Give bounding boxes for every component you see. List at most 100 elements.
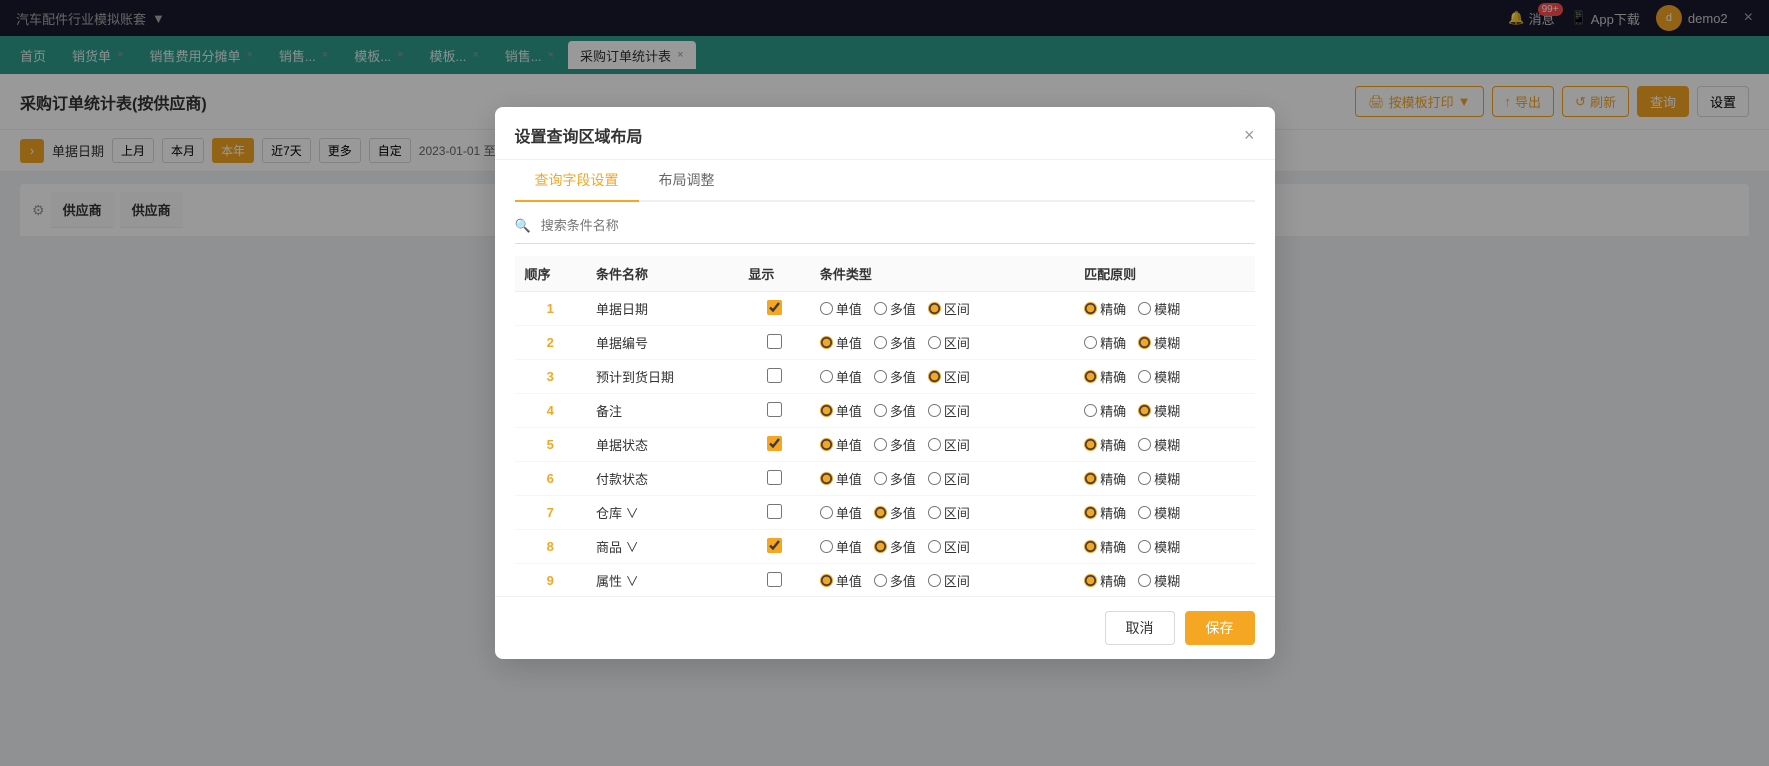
type-single-radio[interactable] xyxy=(820,438,833,451)
match-exact-radio[interactable] xyxy=(1084,472,1097,485)
match-exact-radio[interactable] xyxy=(1084,506,1097,519)
match-fuzzy-radio[interactable] xyxy=(1138,506,1151,519)
match-fuzzy-label[interactable]: 模糊 xyxy=(1138,299,1180,318)
display-checkbox[interactable] xyxy=(767,538,782,553)
type-multi-label[interactable]: 多值 xyxy=(874,401,916,420)
match-exact-label[interactable]: 精确 xyxy=(1084,367,1126,386)
type-range-label[interactable]: 区间 xyxy=(928,435,970,454)
type-single-radio[interactable] xyxy=(820,336,833,349)
type-range-radio[interactable] xyxy=(928,472,941,485)
match-fuzzy-radio[interactable] xyxy=(1138,370,1151,383)
type-single-radio[interactable] xyxy=(820,404,833,417)
type-single-radio[interactable] xyxy=(820,302,833,315)
display-checkbox[interactable] xyxy=(767,470,782,485)
match-exact-label[interactable]: 精确 xyxy=(1084,469,1126,488)
type-multi-label[interactable]: 多值 xyxy=(874,503,916,522)
match-fuzzy-label[interactable]: 模糊 xyxy=(1138,333,1180,352)
type-multi-radio[interactable] xyxy=(874,506,887,519)
match-exact-label[interactable]: 精确 xyxy=(1084,333,1126,352)
match-fuzzy-radio[interactable] xyxy=(1138,404,1151,417)
save-button[interactable]: 保存 xyxy=(1185,611,1255,645)
match-fuzzy-radio[interactable] xyxy=(1138,574,1151,587)
match-fuzzy-radio[interactable] xyxy=(1138,438,1151,451)
match-exact-radio[interactable] xyxy=(1084,574,1097,587)
type-range-label[interactable]: 区间 xyxy=(928,537,970,556)
type-multi-radio[interactable] xyxy=(874,336,887,349)
match-fuzzy-label[interactable]: 模糊 xyxy=(1138,367,1180,386)
match-exact-radio[interactable] xyxy=(1084,302,1097,315)
type-single-label[interactable]: 单值 xyxy=(820,367,862,386)
display-checkbox[interactable] xyxy=(767,300,782,315)
display-checkbox[interactable] xyxy=(767,504,782,519)
type-range-label[interactable]: 区间 xyxy=(928,469,970,488)
type-multi-label[interactable]: 多值 xyxy=(874,571,916,590)
cancel-button[interactable]: 取消 xyxy=(1105,611,1175,645)
type-single-radio[interactable] xyxy=(820,540,833,553)
type-single-radio[interactable] xyxy=(820,506,833,519)
type-range-radio[interactable] xyxy=(928,404,941,417)
type-single-label[interactable]: 单值 xyxy=(820,435,862,454)
type-multi-radio[interactable] xyxy=(874,404,887,417)
type-multi-label[interactable]: 多值 xyxy=(874,333,916,352)
match-fuzzy-label[interactable]: 模糊 xyxy=(1138,537,1180,556)
type-single-label[interactable]: 单值 xyxy=(820,333,862,352)
type-range-label[interactable]: 区间 xyxy=(928,299,970,318)
dialog-close-button[interactable]: × xyxy=(1244,126,1255,144)
type-single-radio[interactable] xyxy=(820,370,833,383)
type-single-radio[interactable] xyxy=(820,472,833,485)
match-exact-radio[interactable] xyxy=(1084,336,1097,349)
type-range-label[interactable]: 区间 xyxy=(928,571,970,590)
type-range-label[interactable]: 区间 xyxy=(928,367,970,386)
type-single-label[interactable]: 单值 xyxy=(820,537,862,556)
match-exact-radio[interactable] xyxy=(1084,404,1097,417)
match-exact-label[interactable]: 精确 xyxy=(1084,299,1126,318)
search-input[interactable] xyxy=(535,214,755,237)
type-multi-radio[interactable] xyxy=(874,540,887,553)
match-exact-radio[interactable] xyxy=(1084,540,1097,553)
display-checkbox[interactable] xyxy=(767,334,782,349)
type-multi-radio[interactable] xyxy=(874,302,887,315)
type-range-radio[interactable] xyxy=(928,370,941,383)
type-single-label[interactable]: 单值 xyxy=(820,469,862,488)
match-fuzzy-radio[interactable] xyxy=(1138,336,1151,349)
type-range-label[interactable]: 区间 xyxy=(928,333,970,352)
tab-layout[interactable]: 布局调整 xyxy=(639,160,735,202)
match-fuzzy-label[interactable]: 模糊 xyxy=(1138,571,1180,590)
type-multi-label[interactable]: 多值 xyxy=(874,367,916,386)
match-fuzzy-radio[interactable] xyxy=(1138,540,1151,553)
type-range-label[interactable]: 区间 xyxy=(928,401,970,420)
type-range-radio[interactable] xyxy=(928,540,941,553)
type-multi-label[interactable]: 多值 xyxy=(874,537,916,556)
type-range-radio[interactable] xyxy=(928,506,941,519)
type-range-radio[interactable] xyxy=(928,438,941,451)
match-fuzzy-label[interactable]: 模糊 xyxy=(1138,469,1180,488)
match-exact-label[interactable]: 精确 xyxy=(1084,571,1126,590)
type-range-radio[interactable] xyxy=(928,336,941,349)
type-range-radio[interactable] xyxy=(928,574,941,587)
type-multi-radio[interactable] xyxy=(874,472,887,485)
match-fuzzy-radio[interactable] xyxy=(1138,472,1151,485)
match-fuzzy-label[interactable]: 模糊 xyxy=(1138,401,1180,420)
type-multi-label[interactable]: 多值 xyxy=(874,469,916,488)
match-exact-radio[interactable] xyxy=(1084,370,1097,383)
type-range-radio[interactable] xyxy=(928,302,941,315)
type-multi-radio[interactable] xyxy=(874,370,887,383)
type-single-label[interactable]: 单值 xyxy=(820,503,862,522)
display-checkbox[interactable] xyxy=(767,368,782,383)
type-multi-label[interactable]: 多值 xyxy=(874,435,916,454)
type-range-label[interactable]: 区间 xyxy=(928,503,970,522)
type-multi-radio[interactable] xyxy=(874,574,887,587)
type-single-radio[interactable] xyxy=(820,574,833,587)
match-exact-label[interactable]: 精确 xyxy=(1084,435,1126,454)
type-single-label[interactable]: 单值 xyxy=(820,401,862,420)
match-exact-label[interactable]: 精确 xyxy=(1084,503,1126,522)
display-checkbox[interactable] xyxy=(767,436,782,451)
type-multi-radio[interactable] xyxy=(874,438,887,451)
match-fuzzy-label[interactable]: 模糊 xyxy=(1138,503,1180,522)
type-single-label[interactable]: 单值 xyxy=(820,299,862,318)
match-exact-radio[interactable] xyxy=(1084,438,1097,451)
match-fuzzy-radio[interactable] xyxy=(1138,302,1151,315)
match-exact-label[interactable]: 精确 xyxy=(1084,401,1126,420)
type-single-label[interactable]: 单值 xyxy=(820,571,862,590)
display-checkbox[interactable] xyxy=(767,572,782,587)
